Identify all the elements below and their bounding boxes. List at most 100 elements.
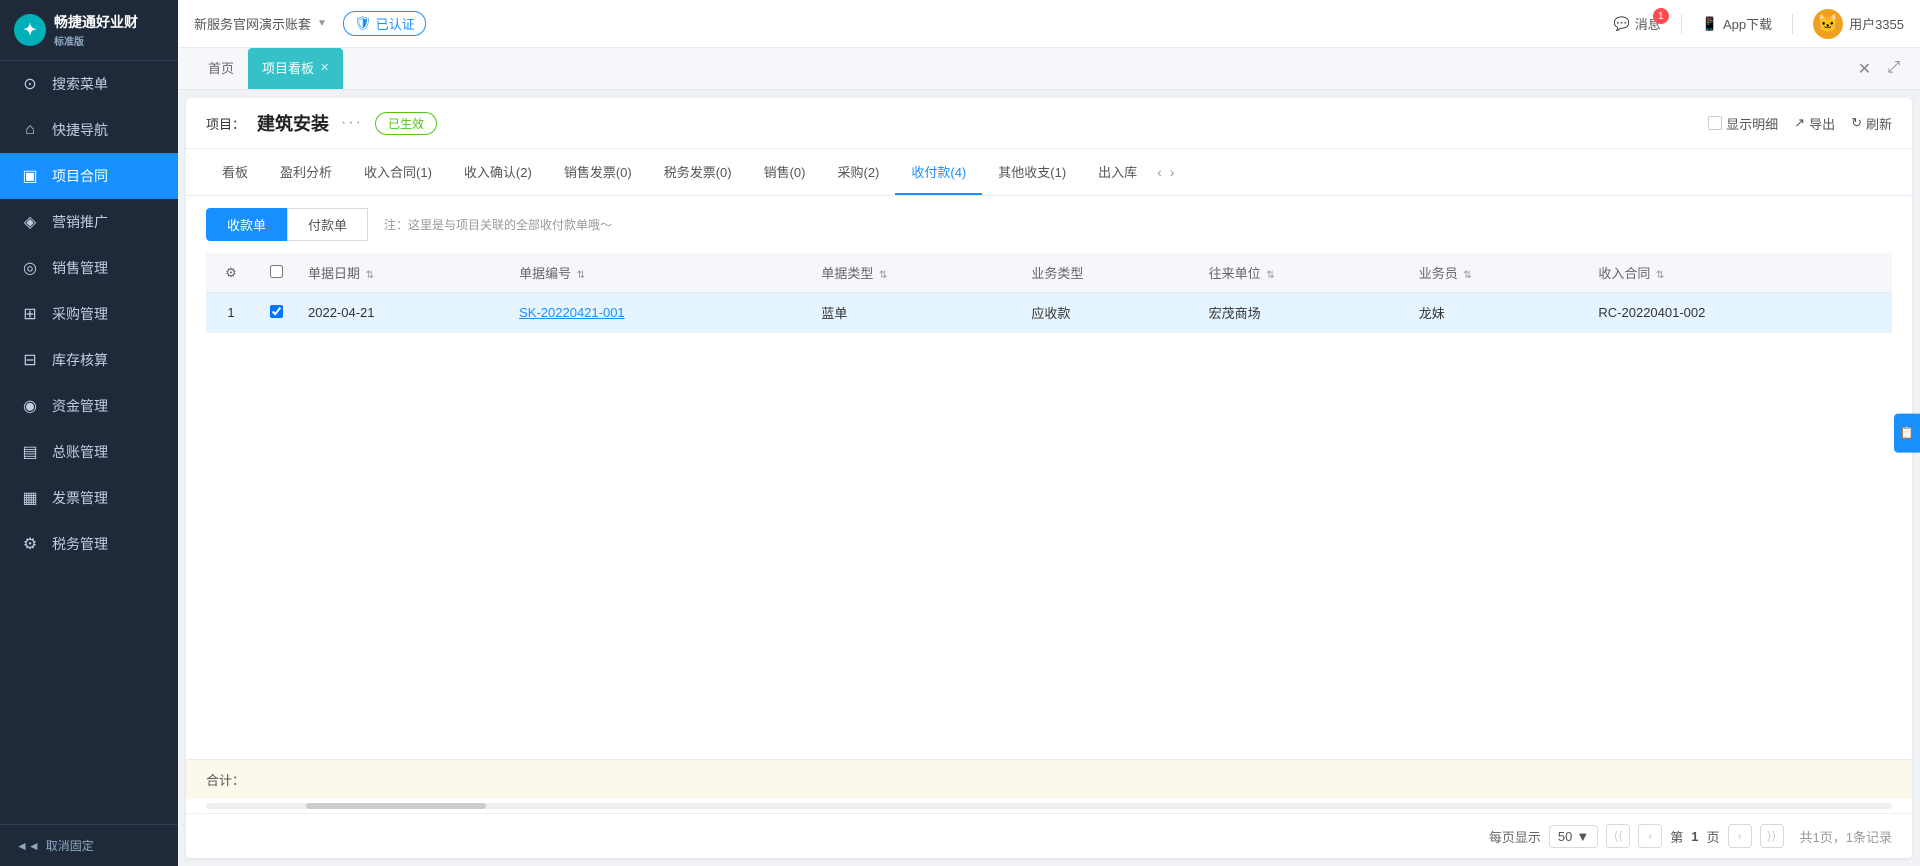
sort-icon: ⇅ xyxy=(366,270,374,281)
next-page-btn[interactable]: › xyxy=(1728,824,1752,848)
project-label: 项目： xyxy=(206,114,245,133)
sub-tab-inout[interactable]: 出入库 xyxy=(1082,149,1153,195)
checkbox-box xyxy=(1708,116,1722,130)
account-selector[interactable]: 新服务官网演示账套 ▼ xyxy=(194,14,327,33)
table-container: ⚙ 单据日期 ⇅ 单据编号 ⇅ xyxy=(186,253,1912,759)
cell-num: 1 xyxy=(206,293,256,333)
export-button[interactable]: ↗ 导出 xyxy=(1794,114,1835,133)
sub-tab-payment[interactable]: 收付款(4) xyxy=(895,149,982,195)
sub-tab-next-icon[interactable]: › xyxy=(1166,164,1179,180)
gear-icon[interactable]: ⚙ xyxy=(225,265,237,280)
pin-icon: ◄◄ xyxy=(16,839,40,853)
sub-tab-sales[interactable]: 销售(0) xyxy=(748,149,822,195)
sidebar: ✦ 畅捷通好业财 标准版 ⊙ 搜索菜单 ⌂ 快捷导航 ▣ 项目合同 ◈ 营销推广… xyxy=(0,0,178,866)
scrollbar-track xyxy=(206,803,1892,809)
project-more-btn[interactable]: ··· xyxy=(341,114,363,132)
avatar: 🐱 xyxy=(1813,9,1843,39)
app-download-button[interactable]: 📱 App下载 xyxy=(1702,14,1772,33)
sub-tab-profit[interactable]: 盈利分析 xyxy=(264,149,348,195)
first-page-btn[interactable]: ⟨⟨ xyxy=(1606,824,1630,848)
col-code[interactable]: 单据编号 ⇅ xyxy=(507,253,809,293)
project-status-badge: 已生效 xyxy=(375,112,437,135)
sidebar-item-inventory[interactable]: ⊟ 库存核算 xyxy=(0,337,178,383)
tab-project-board[interactable]: 项目看板 ✕ xyxy=(248,48,343,89)
col-date[interactable]: 单据日期 ⇅ xyxy=(296,253,507,293)
col-checkbox[interactable] xyxy=(256,253,296,293)
sub-tab-prev-icon[interactable]: ‹ xyxy=(1153,164,1166,180)
cell-checkbox[interactable] xyxy=(256,293,296,333)
sub-tab-income-confirm[interactable]: 收入确认(2) xyxy=(448,149,548,195)
prev-page-btn[interactable]: ‹ xyxy=(1638,824,1662,848)
sidebar-logo: ✦ 畅捷通好业财 标准版 xyxy=(0,0,178,61)
cell-income-contract: RC-20220401-002 xyxy=(1586,293,1892,333)
last-page-btn[interactable]: ⟩⟩ xyxy=(1760,824,1784,848)
sort-icon-3: ⇅ xyxy=(879,270,887,281)
bill-type-tabs: 收款单 付款单 注：这里是与项目关联的全部收付款单哦～ xyxy=(186,196,1912,253)
tab-home[interactable]: 首页 xyxy=(194,48,248,89)
sidebar-item-ledger[interactable]: ▤ 总账管理 xyxy=(0,429,178,475)
row-checkbox[interactable] xyxy=(270,305,283,318)
bill-tab-receipt[interactable]: 收款单 xyxy=(206,208,287,241)
sidebar-logo-text: 畅捷通好业财 标准版 xyxy=(54,12,138,48)
col-salesperson[interactable]: 业务员 ⇅ xyxy=(1407,253,1587,293)
col-biz-type: 业务类型 xyxy=(1019,253,1196,293)
sticky-icon: 📋 xyxy=(1900,426,1914,441)
sidebar-item-invoice[interactable]: ▦ 发票管理 xyxy=(0,475,178,521)
contract-icon: ▣ xyxy=(20,166,40,186)
select-all-checkbox[interactable] xyxy=(270,265,283,278)
topbar-divider xyxy=(1681,14,1682,34)
horizontal-scrollbar[interactable] xyxy=(186,799,1912,813)
refresh-button[interactable]: ↻ 刷新 xyxy=(1851,114,1892,133)
tab-close-btn[interactable]: ✕ xyxy=(1854,55,1875,83)
sub-tab-other[interactable]: 其他收支(1) xyxy=(982,149,1082,195)
page-label: 第 xyxy=(1670,827,1683,846)
cancel-pin-button[interactable]: ◄◄ 取消固定 xyxy=(0,824,178,866)
sidebar-item-project-contract[interactable]: ▣ 项目合同 xyxy=(0,153,178,199)
message-button[interactable]: 💬 消息 1 xyxy=(1614,14,1661,33)
bill-code-link[interactable]: SK-20220421-001 xyxy=(519,305,625,320)
message-icon: 💬 xyxy=(1614,16,1630,32)
sub-tab-board[interactable]: 看板 xyxy=(206,149,264,195)
project-title: 建筑安装 xyxy=(257,110,329,136)
topbar-divider2 xyxy=(1792,14,1793,34)
sales-icon: ◎ xyxy=(20,258,40,278)
sidebar-item-purchase[interactable]: ⊞ 采购管理 xyxy=(0,291,178,337)
sub-tab-income-contract[interactable]: 收入合同(1) xyxy=(348,149,448,195)
home-icon: ⌂ xyxy=(20,121,40,139)
sidebar-item-tax[interactable]: ⚙ 税务管理 xyxy=(0,521,178,567)
tab-expand-btn[interactable]: ⤢ xyxy=(1883,55,1904,83)
page-unit: 页 xyxy=(1707,827,1720,846)
user-menu[interactable]: 🐱 用户3355 xyxy=(1813,9,1904,39)
content-area: 项目： 建筑安装 ··· 已生效 显示明细 ↗ 导出 ↻ 刷新 xyxy=(186,98,1912,858)
per-page-select[interactable]: 50 ▼ xyxy=(1549,825,1598,848)
sort-icon-2: ⇅ xyxy=(577,270,585,281)
col-type[interactable]: 单据类型 ⇅ xyxy=(809,253,1019,293)
bill-tab-payment[interactable]: 付款单 xyxy=(287,208,368,241)
shield-icon: 🛡 xyxy=(354,15,372,32)
tab-close-icon[interactable]: ✕ xyxy=(320,61,329,74)
sidebar-item-quick-nav[interactable]: ⌂ 快捷导航 xyxy=(0,107,178,153)
sub-tab-sales-invoice[interactable]: 销售发票(0) xyxy=(548,149,648,195)
cell-code: SK-20220421-001 xyxy=(507,293,809,333)
right-sticky-btn[interactable]: 📋 xyxy=(1894,414,1920,453)
table-header-row: ⚙ 单据日期 ⇅ 单据编号 ⇅ xyxy=(206,253,1892,293)
purchase-icon: ⊞ xyxy=(20,304,40,324)
sub-tab-tax-invoice[interactable]: 税务发票(0) xyxy=(648,149,748,195)
show-detail-checkbox[interactable]: 显示明细 xyxy=(1708,114,1778,133)
total-label: 合计： xyxy=(206,773,245,788)
table-row: 1 2022-04-21 SK-20220421-001 蓝单 应收款 宏茂商场… xyxy=(206,293,1892,333)
sidebar-item-marketing[interactable]: ◈ 营销推广 xyxy=(0,199,178,245)
invoice-icon: ▦ xyxy=(20,488,40,508)
current-page: 1 xyxy=(1691,829,1698,844)
main-area: 新服务官网演示账套 ▼ 🛡 已认证 💬 消息 1 📱 App下载 🐱 用户335… xyxy=(178,0,1920,866)
sidebar-item-sales[interactable]: ◎ 销售管理 xyxy=(0,245,178,291)
refresh-icon: ↻ xyxy=(1851,115,1862,131)
cell-partner: 宏茂商场 xyxy=(1197,293,1407,333)
sub-tab-purchase[interactable]: 采购(2) xyxy=(821,149,895,195)
col-income-contract[interactable]: 收入合同 ⇅ xyxy=(1586,253,1892,293)
topbar: 新服务官网演示账套 ▼ 🛡 已认证 💬 消息 1 📱 App下载 🐱 用户335… xyxy=(178,0,1920,48)
sidebar-item-finance[interactable]: ◉ 资金管理 xyxy=(0,383,178,429)
col-partner[interactable]: 往来单位 ⇅ xyxy=(1197,253,1407,293)
scrollbar-thumb[interactable] xyxy=(306,803,486,809)
sidebar-item-search[interactable]: ⊙ 搜索菜单 xyxy=(0,61,178,107)
